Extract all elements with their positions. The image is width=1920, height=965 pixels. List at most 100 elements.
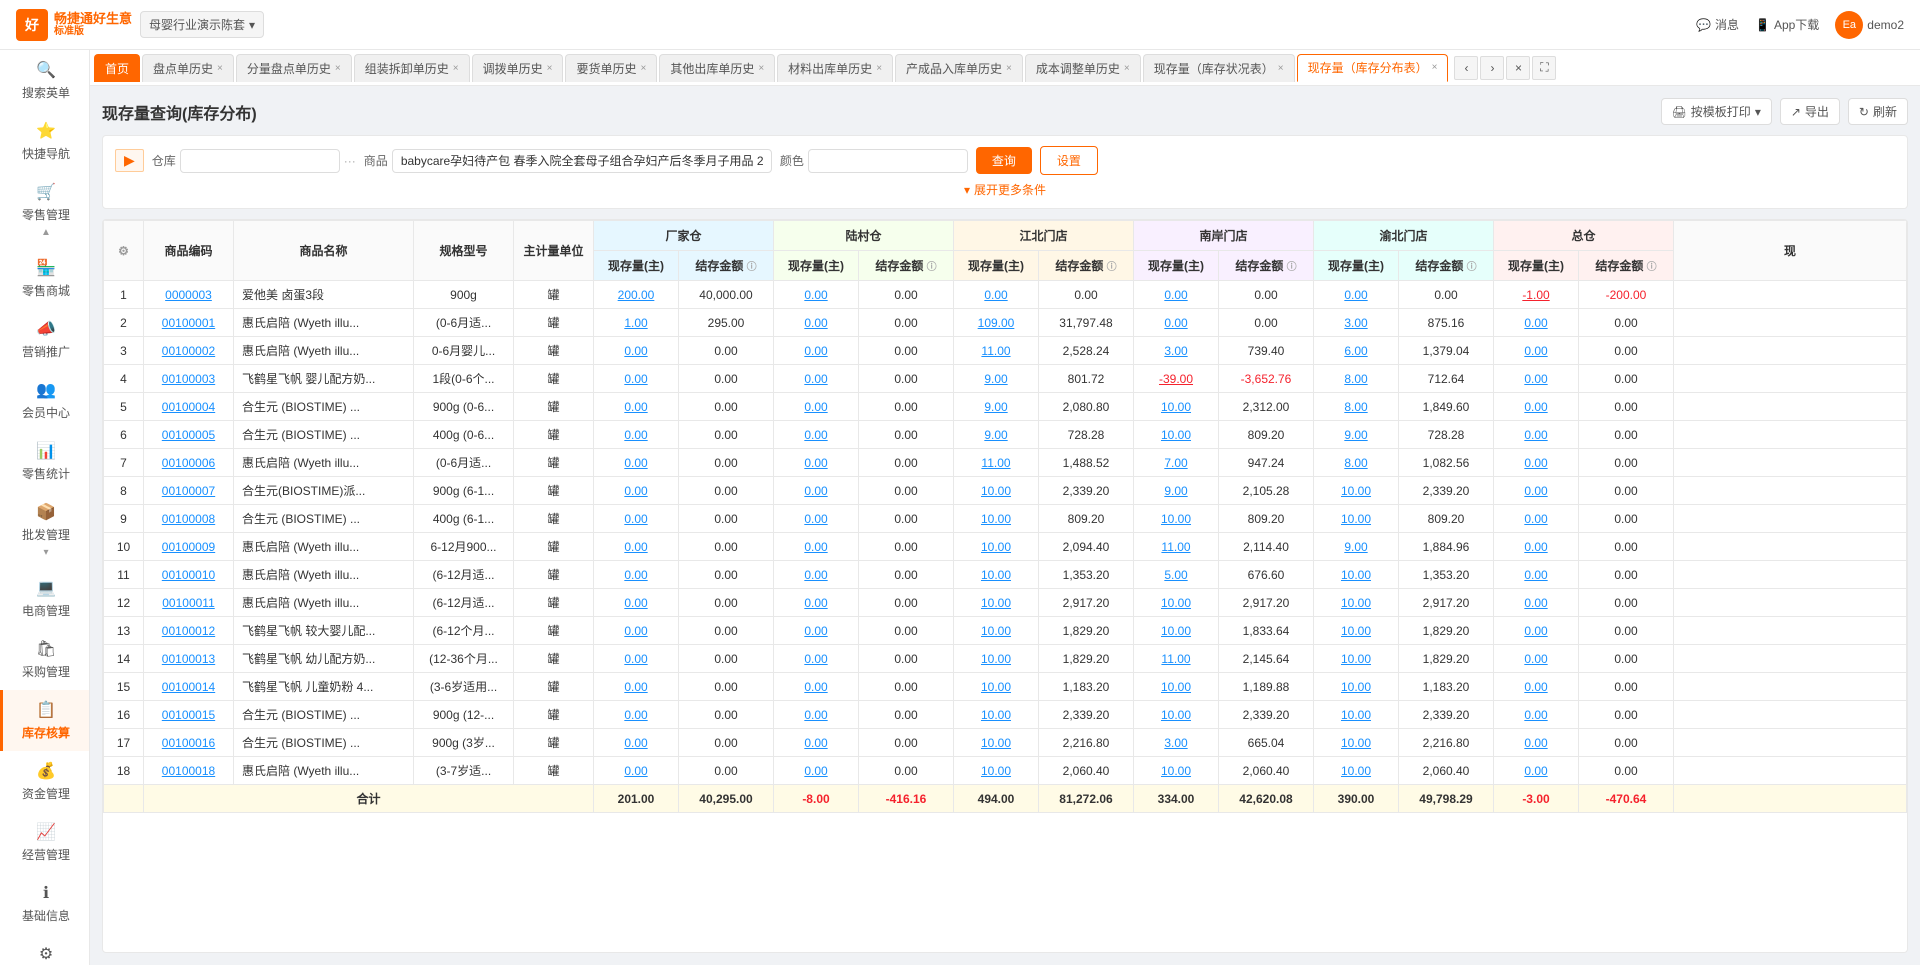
cell-jb-qty[interactable]: 9.00 — [954, 421, 1039, 449]
sidebar-item-wholesale[interactable]: 📦 批发管理 ▾ — [0, 492, 89, 568]
cell-l-qty[interactable]: 0.00 — [774, 421, 859, 449]
cell-code[interactable]: 00100010 — [144, 561, 234, 589]
cell-z-qty[interactable]: 0.00 — [1494, 309, 1579, 337]
cell-na-qty[interactable]: 11.00 — [1134, 645, 1219, 673]
tab-material-outbound[interactable]: 材料出库单历史 × — [777, 54, 893, 82]
cell-f-qty[interactable]: 0.00 — [594, 757, 679, 785]
cell-z-qty[interactable]: 0.00 — [1494, 561, 1579, 589]
cell-l-qty[interactable]: 0.00 — [774, 337, 859, 365]
cell-jb-qty[interactable]: 11.00 — [954, 449, 1039, 477]
cell-l-qty[interactable]: 0.00 — [774, 533, 859, 561]
cell-jb-qty[interactable]: 10.00 — [954, 533, 1039, 561]
cell-f-qty[interactable]: 0.00 — [594, 561, 679, 589]
tab-close-btn[interactable]: × — [1506, 56, 1530, 80]
cell-jb-qty[interactable]: 11.00 — [954, 337, 1039, 365]
cell-f-qty[interactable]: 0.00 — [594, 589, 679, 617]
cell-code[interactable]: 00100016 — [144, 729, 234, 757]
cell-z-qty[interactable]: 0.00 — [1494, 365, 1579, 393]
cell-l-qty[interactable]: 0.00 — [774, 617, 859, 645]
cell-na-qty[interactable]: 11.00 — [1134, 533, 1219, 561]
cell-z-qty[interactable]: 0.00 — [1494, 589, 1579, 617]
cell-f-qty[interactable]: 0.00 — [594, 505, 679, 533]
cell-f-qty[interactable]: 0.00 — [594, 533, 679, 561]
sidebar-item-retail-mgmt[interactable]: 🛒 零售管理 ▲ — [0, 172, 89, 248]
cell-jb-qty[interactable]: 10.00 — [954, 589, 1039, 617]
app-download-btn[interactable]: 📱 App下载 — [1755, 16, 1819, 33]
cell-jb-qty[interactable]: 10.00 — [954, 757, 1039, 785]
cell-code[interactable]: 0000003 — [144, 281, 234, 309]
cell-jb-qty[interactable]: 109.00 — [954, 309, 1039, 337]
sidebar-item-retail-stats[interactable]: 📊 零售统计 — [0, 431, 89, 492]
warehouse-input[interactable] — [180, 149, 340, 173]
cell-code[interactable]: 00100009 — [144, 533, 234, 561]
tab-other-outbound[interactable]: 其他出库单历史 × — [659, 54, 775, 82]
cell-f-qty[interactable]: 1.00 — [594, 309, 679, 337]
sidebar-item-search[interactable]: 🔍 搜索英单 — [0, 50, 89, 111]
cell-l-qty[interactable]: 0.00 — [774, 561, 859, 589]
cell-code[interactable]: 00100003 — [144, 365, 234, 393]
cell-l-qty[interactable]: 0.00 — [774, 673, 859, 701]
cell-yb-qty[interactable]: 10.00 — [1314, 729, 1399, 757]
cell-z-qty[interactable]: 0.00 — [1494, 505, 1579, 533]
close-icon[interactable]: × — [1124, 63, 1130, 74]
cell-code[interactable]: 00100015 — [144, 701, 234, 729]
cell-jb-qty[interactable]: 10.00 — [954, 477, 1039, 505]
cell-code[interactable]: 00100004 — [144, 393, 234, 421]
search-button[interactable]: 查询 — [976, 147, 1032, 174]
cell-yb-qty[interactable]: 9.00 — [1314, 421, 1399, 449]
warehouse-dots[interactable]: ··· — [344, 154, 356, 168]
cell-l-qty[interactable]: 0.00 — [774, 449, 859, 477]
toggle-arrow[interactable]: ▶ — [115, 149, 144, 172]
cell-yb-qty[interactable]: 0.00 — [1314, 281, 1399, 309]
cell-code[interactable]: 00100007 — [144, 477, 234, 505]
cell-yb-qty[interactable]: 6.00 — [1314, 337, 1399, 365]
tab-home[interactable]: 首页 — [94, 54, 140, 82]
sidebar-item-basic-info[interactable]: ℹ 基础信息 — [0, 873, 89, 934]
message-btn[interactable]: 💬 消息 — [1696, 16, 1739, 33]
cell-f-qty[interactable]: 0.00 — [594, 365, 679, 393]
sidebar-item-ecommerce[interactable]: 💻 电商管理 — [0, 568, 89, 629]
sidebar-item-member[interactable]: 👥 会员中心 — [0, 370, 89, 431]
cell-jb-qty[interactable]: 10.00 — [954, 645, 1039, 673]
cell-z-qty[interactable]: 0.00 — [1494, 337, 1579, 365]
cell-l-qty[interactable]: 0.00 — [774, 393, 859, 421]
cell-code[interactable]: 00100011 — [144, 589, 234, 617]
sidebar-item-purchase[interactable]: 🛍 采购管理 — [0, 629, 89, 690]
cell-na-qty[interactable]: 5.00 — [1134, 561, 1219, 589]
cell-z-qty[interactable]: 0.00 — [1494, 729, 1579, 757]
gear-icon2[interactable]: ⚙ — [118, 244, 129, 258]
tab-inventory-distribution[interactable]: 现存量（库存分布表） × — [1297, 54, 1449, 82]
cell-jb-qty[interactable]: 10.00 — [954, 561, 1039, 589]
cell-z-qty[interactable]: 0.00 — [1494, 673, 1579, 701]
cell-z-qty[interactable]: 0.00 — [1494, 421, 1579, 449]
close-icon[interactable]: × — [453, 63, 459, 74]
cell-na-qty[interactable]: -39.00 — [1134, 365, 1219, 393]
tab-transfer[interactable]: 调拨单历史 × — [472, 54, 564, 82]
cell-l-qty[interactable]: 0.00 — [774, 365, 859, 393]
cell-z-qty[interactable]: -1.00 — [1494, 281, 1579, 309]
cell-l-qty[interactable]: 0.00 — [774, 701, 859, 729]
cell-l-qty[interactable]: 0.00 — [774, 477, 859, 505]
cell-f-qty[interactable]: 0.00 — [594, 701, 679, 729]
cell-yb-qty[interactable]: 10.00 — [1314, 477, 1399, 505]
cell-jb-qty[interactable]: 10.00 — [954, 701, 1039, 729]
cell-z-qty[interactable]: 0.00 — [1494, 477, 1579, 505]
sidebar-item-marketing[interactable]: 📣 营销推广 — [0, 309, 89, 370]
tab-inventory-status[interactable]: 现存量（库存状况表） × — [1143, 54, 1295, 82]
expand-conditions-btn[interactable]: ▾ 展开更多条件 — [964, 181, 1046, 198]
close-icon[interactable]: × — [876, 63, 882, 74]
cell-z-qty[interactable]: 0.00 — [1494, 757, 1579, 785]
cell-jb-qty[interactable]: 10.00 — [954, 505, 1039, 533]
sidebar-item-quick-nav[interactable]: ⭐ 快捷导航 — [0, 111, 89, 172]
tab-prev-btn[interactable]: ‹ — [1454, 56, 1478, 80]
export-btn[interactable]: ↗ 导出 — [1780, 98, 1840, 125]
cell-f-qty[interactable]: 0.00 — [594, 617, 679, 645]
tab-assembly[interactable]: 组装拆卸单历史 × — [354, 54, 470, 82]
cell-code[interactable]: 00100006 — [144, 449, 234, 477]
cell-l-qty[interactable]: 0.00 — [774, 505, 859, 533]
user-area[interactable]: Ea demo2 — [1835, 11, 1904, 39]
cell-yb-qty[interactable]: 8.00 — [1314, 449, 1399, 477]
cell-yb-qty[interactable]: 10.00 — [1314, 645, 1399, 673]
cell-l-qty[interactable]: 0.00 — [774, 309, 859, 337]
tab-expand-btn[interactable]: ⛶ — [1532, 56, 1556, 80]
